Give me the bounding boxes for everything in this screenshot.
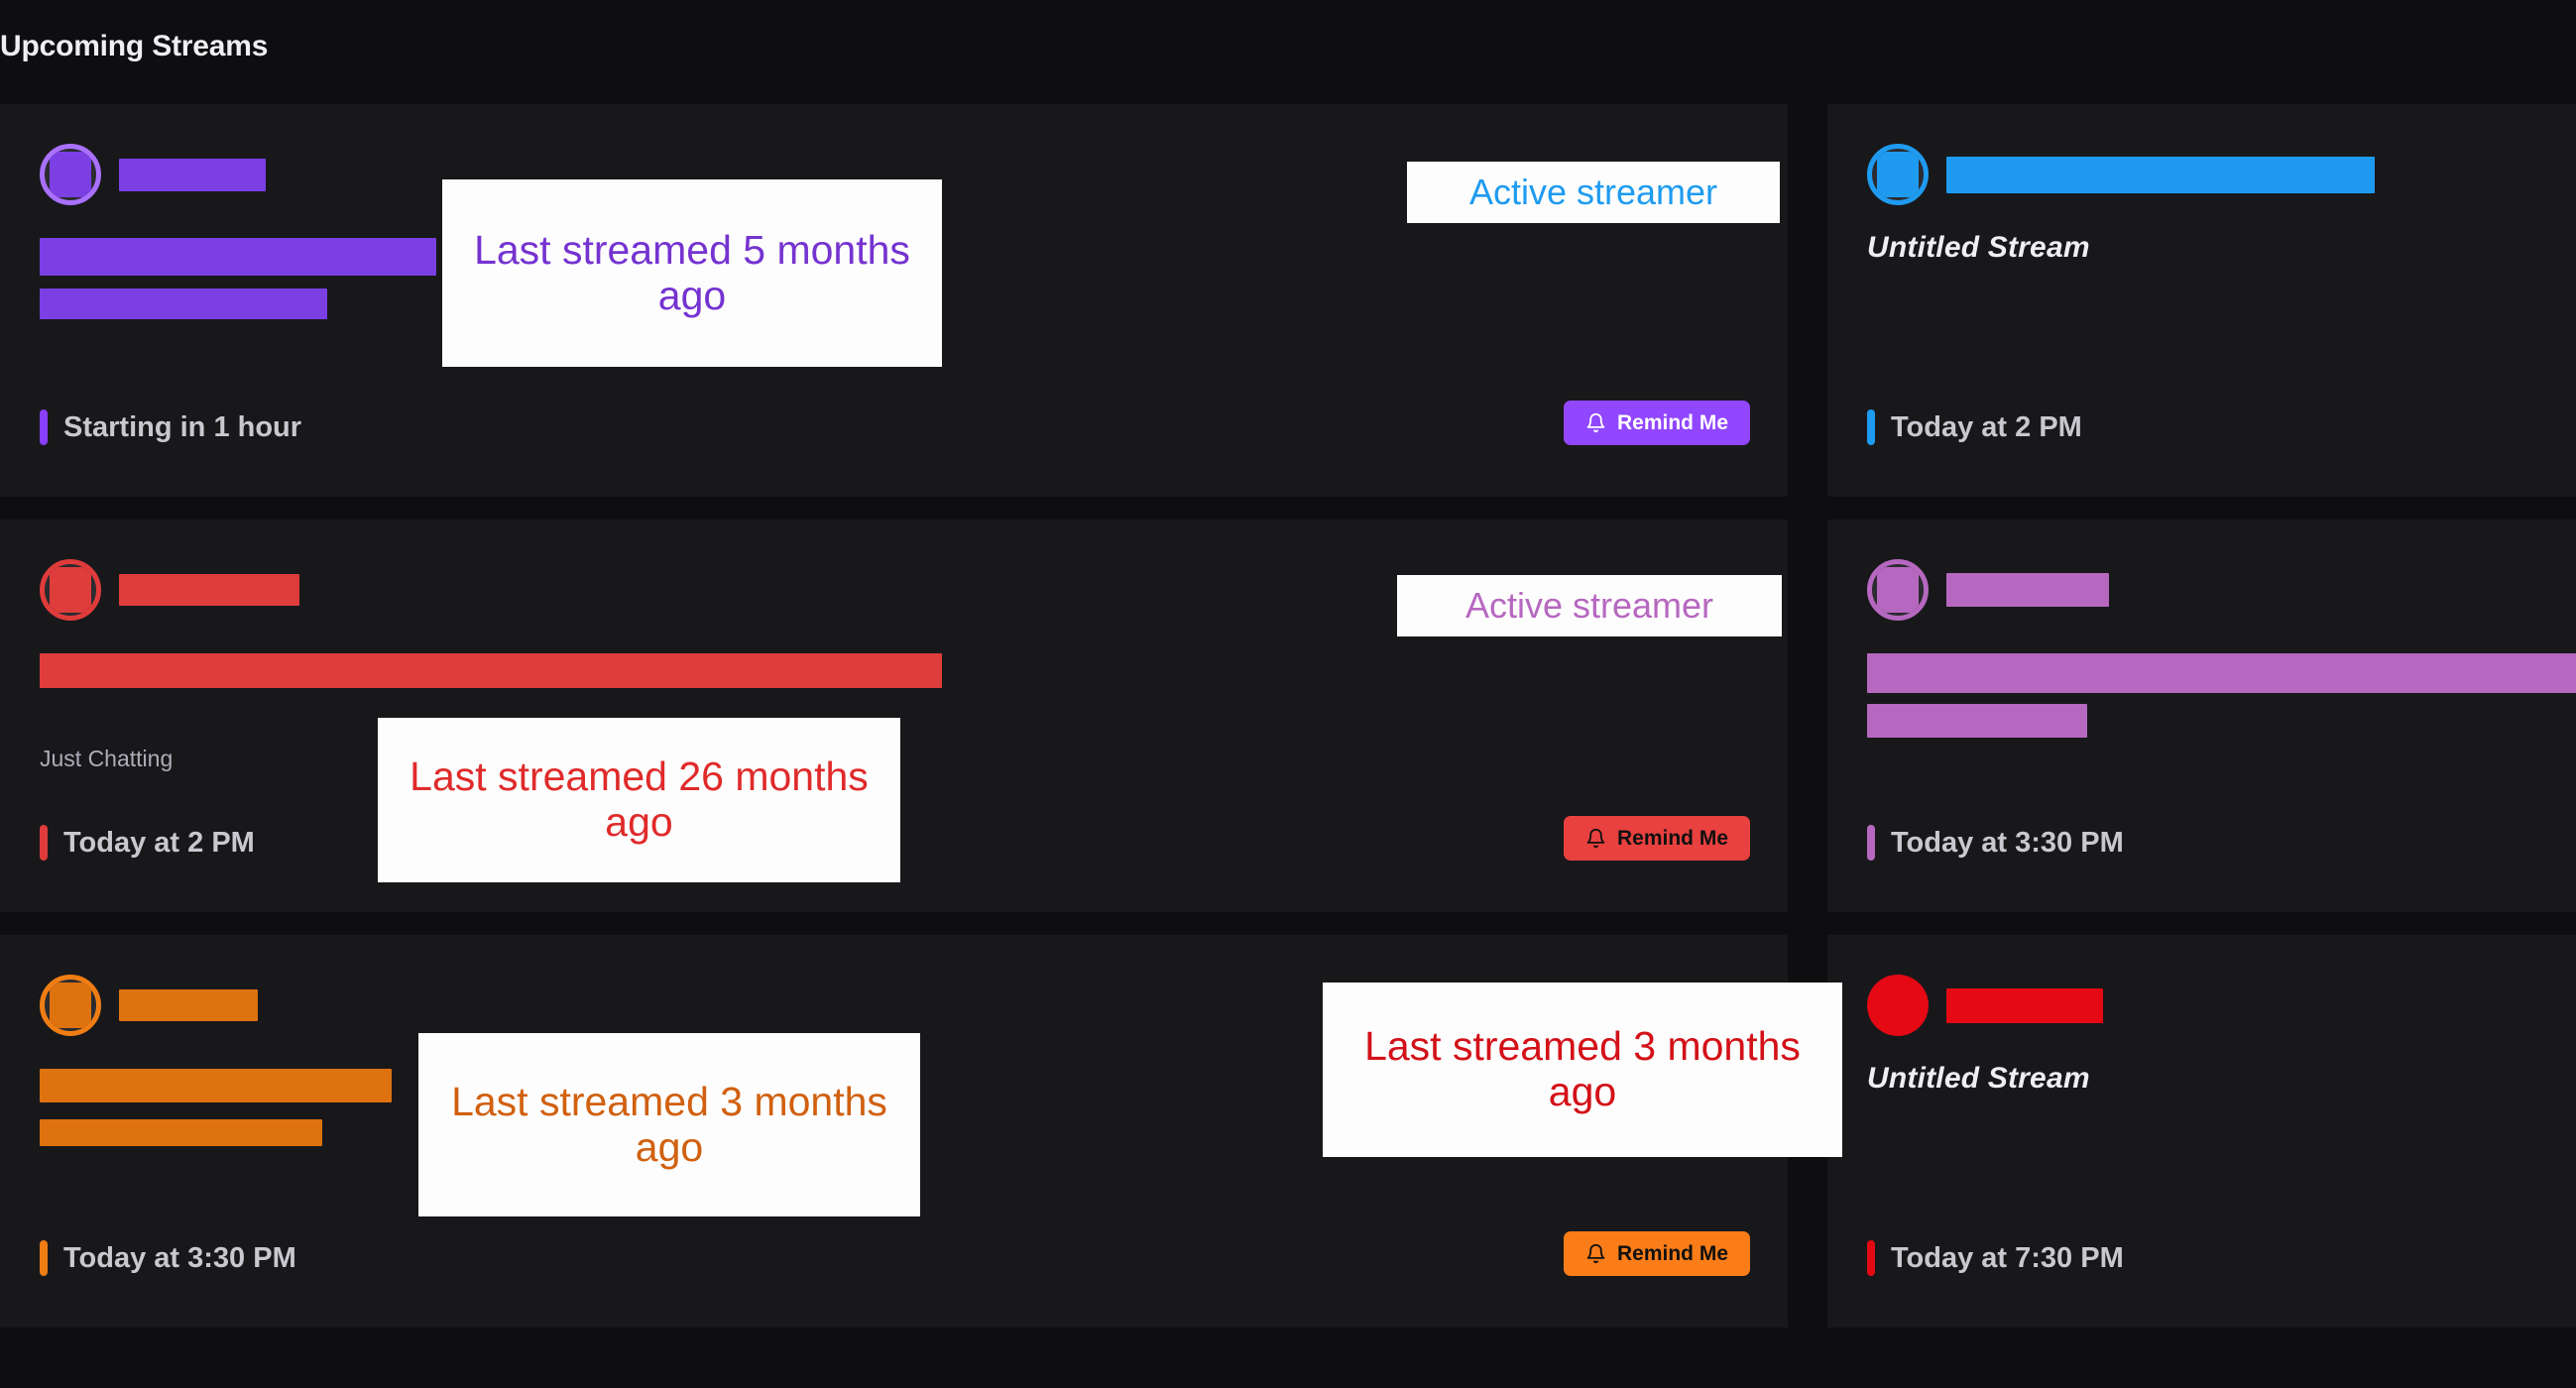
stream-category[interactable]: Just Chatting bbox=[40, 746, 173, 772]
streamer-name-redaction bbox=[119, 158, 266, 191]
stream-card-inner: Untitled Stream Today at 7:30 PM bbox=[1827, 935, 2576, 1328]
time-accent-bar bbox=[40, 1240, 48, 1276]
annotation-callout: Last streamed 3 months ago bbox=[1323, 983, 1842, 1157]
streamer-name-redaction bbox=[1946, 987, 2103, 1023]
streamer-row[interactable] bbox=[1867, 144, 2375, 205]
remind-me-label: Remind Me bbox=[1616, 410, 1728, 434]
active-streamer-label: Active streamer bbox=[1468, 172, 1718, 212]
stream-card[interactable]: Today at 3:30 PM bbox=[1827, 520, 2576, 912]
avatar-redaction bbox=[50, 983, 91, 1028]
stream-title-redaction-line-1 bbox=[1867, 653, 2576, 693]
streamer-row[interactable] bbox=[1867, 975, 2103, 1036]
stream-time-label: Today at 2 PM bbox=[63, 826, 255, 859]
streamer-name-redaction bbox=[119, 574, 299, 606]
stream-time-row: Today at 3:30 PM bbox=[1867, 825, 2124, 861]
remind-me-label: Remind Me bbox=[1616, 826, 1728, 850]
avatar-redaction bbox=[1877, 567, 1919, 613]
stream-card-grid: Starting in 1 hour Remind Me Just Chatting… bbox=[0, 104, 2576, 1328]
upcoming-streams-page: Upcoming Streams Starting in 1 hour Remin… bbox=[0, 0, 2576, 1388]
stream-card[interactable]: Untitled Stream Today at 7:30 PM bbox=[1827, 935, 2576, 1328]
streamer-row[interactable] bbox=[1867, 559, 2109, 621]
avatar-redaction bbox=[1877, 152, 1919, 197]
active-streamer-badge: Active streamer bbox=[1407, 162, 1780, 223]
stream-title: Untitled Stream bbox=[1867, 231, 2090, 264]
stream-title-redaction-line-1 bbox=[40, 653, 942, 688]
annotation-callout: Last streamed 3 months ago bbox=[418, 1033, 920, 1216]
stream-title-redaction-line-1 bbox=[40, 1069, 392, 1102]
annotation-text: Last streamed 26 months ago bbox=[410, 753, 869, 845]
streamer-name-redaction bbox=[1946, 156, 2375, 193]
remind-me-label: Remind Me bbox=[1616, 1241, 1728, 1265]
annotation-callout: Last streamed 26 months ago bbox=[378, 718, 900, 882]
streamer-row[interactable] bbox=[40, 975, 258, 1036]
stream-title-redaction-line-1 bbox=[40, 238, 436, 276]
avatar[interactable] bbox=[1867, 559, 1929, 621]
stream-card-inner: Untitled Stream Today at 2 PM bbox=[1827, 104, 2576, 497]
remind-me-button[interactable]: Remind Me bbox=[1563, 816, 1750, 861]
stream-time-row: Today at 2 PM bbox=[1867, 409, 2082, 445]
avatar[interactable] bbox=[1867, 144, 1929, 205]
annotation-text: Last streamed 5 months ago bbox=[474, 226, 910, 318]
stream-time-row: Today at 2 PM bbox=[40, 825, 255, 861]
time-accent-bar bbox=[40, 409, 48, 445]
active-streamer-badge: Active streamer bbox=[1397, 575, 1782, 636]
avatar[interactable] bbox=[1867, 975, 1929, 1036]
stream-time-row: Starting in 1 hour bbox=[40, 409, 301, 445]
avatar[interactable] bbox=[40, 975, 101, 1036]
annotation-callout: Last streamed 5 months ago bbox=[442, 179, 942, 367]
streamer-name-redaction bbox=[119, 989, 258, 1021]
streamer-row[interactable] bbox=[40, 559, 299, 621]
stream-title-redaction-line-2 bbox=[1867, 704, 2087, 738]
remind-me-button[interactable]: Remind Me bbox=[1563, 1231, 1750, 1276]
time-accent-bar bbox=[40, 825, 48, 861]
time-accent-bar bbox=[1867, 825, 1875, 861]
bell-icon bbox=[1586, 412, 1605, 433]
stream-time-label: Today at 2 PM bbox=[1891, 410, 2082, 443]
time-accent-bar bbox=[1867, 409, 1875, 445]
avatar-redaction bbox=[50, 152, 91, 197]
avatar[interactable] bbox=[40, 144, 101, 205]
stream-title: Untitled Stream bbox=[1867, 1062, 2090, 1095]
stream-time-label: Today at 3:30 PM bbox=[1891, 826, 2124, 859]
stream-title-redaction-line-2 bbox=[40, 289, 327, 319]
bell-icon bbox=[1586, 1243, 1605, 1264]
stream-time-row: Today at 7:30 PM bbox=[1867, 1240, 2124, 1276]
bell-icon bbox=[1586, 828, 1605, 849]
stream-time-row: Today at 3:30 PM bbox=[40, 1240, 296, 1276]
streamer-row[interactable] bbox=[40, 144, 266, 205]
streamer-name-redaction bbox=[1946, 573, 2109, 607]
active-streamer-label: Active streamer bbox=[1464, 585, 1714, 626]
page-title: Upcoming Streams bbox=[0, 30, 269, 62]
avatar-redaction bbox=[50, 567, 91, 613]
stream-card[interactable]: Untitled Stream Today at 2 PM bbox=[1827, 104, 2576, 497]
stream-card-inner: Today at 3:30 PM bbox=[1827, 520, 2576, 912]
annotation-text: Last streamed 3 months ago bbox=[451, 1078, 887, 1170]
stream-time-label: Today at 7:30 PM bbox=[1891, 1241, 2124, 1274]
stream-time-label: Starting in 1 hour bbox=[63, 410, 302, 443]
annotation-text: Last streamed 3 months ago bbox=[1364, 1023, 1801, 1114]
page-header: Upcoming Streams bbox=[0, 0, 2576, 104]
stream-title-redaction-line-2 bbox=[40, 1119, 322, 1146]
stream-time-label: Today at 3:30 PM bbox=[63, 1241, 296, 1274]
time-accent-bar bbox=[1867, 1240, 1875, 1276]
remind-me-button[interactable]: Remind Me bbox=[1563, 401, 1750, 445]
avatar[interactable] bbox=[40, 559, 101, 621]
